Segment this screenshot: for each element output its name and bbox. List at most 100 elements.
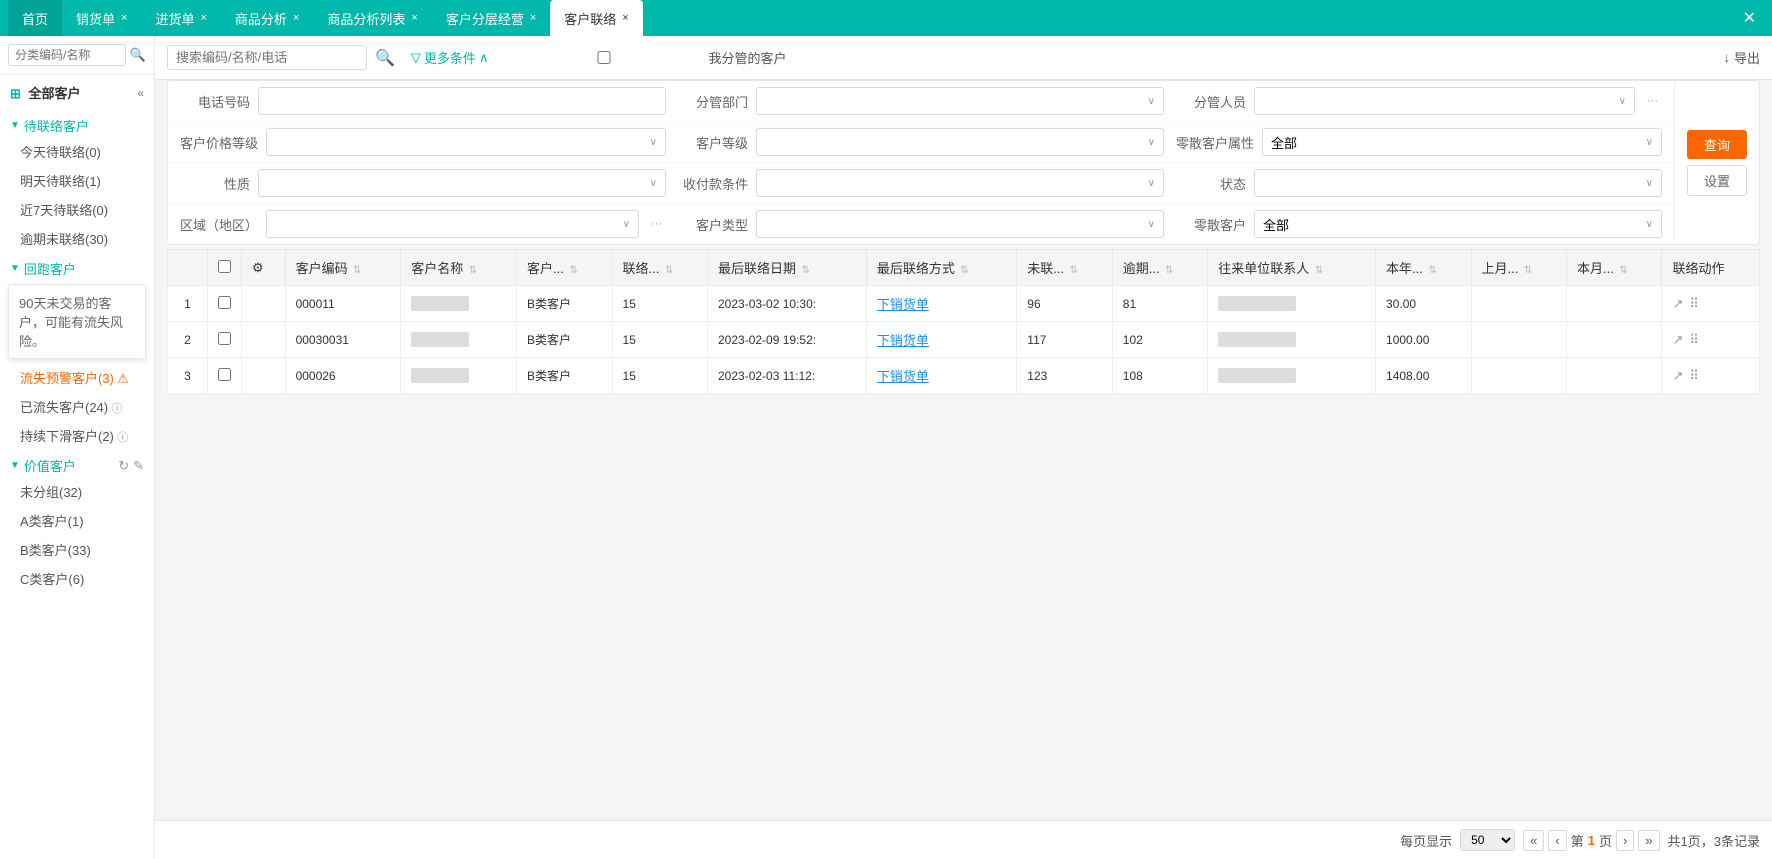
sort-icon-code[interactable]: ⇅ (353, 265, 361, 276)
tab-home[interactable]: 首页 (8, 0, 62, 36)
filter-select-scatter-attr[interactable]: 全部 ∨ (1262, 128, 1662, 156)
action-more-icon[interactable]: ⠿ (1689, 332, 1699, 348)
col-header-settings[interactable]: ⚙ (242, 250, 286, 286)
tab-purchase[interactable]: 进货单 × (141, 0, 220, 36)
last-method-link[interactable]: 下销货单 (877, 297, 929, 312)
filter-select-scatter-cust[interactable]: 全部 ∨ (1254, 210, 1662, 238)
search-button[interactable]: 🔍 (375, 48, 395, 68)
last-page-button[interactable]: » (1638, 830, 1659, 851)
action-contact-icon[interactable]: ↗ (1672, 368, 1683, 384)
filter-select-dept[interactable]: ∨ (756, 87, 1164, 115)
sidebar-search-input[interactable] (8, 44, 126, 66)
sort-icon-unit-contact[interactable]: ⇅ (1315, 265, 1323, 276)
filter-label-scatter-cust: 零散客户 (1176, 215, 1246, 234)
close-tab-customer-tier[interactable]: × (530, 12, 536, 24)
sort-icon-this-month[interactable]: ⇅ (1619, 265, 1627, 276)
next-page-button[interactable]: › (1616, 830, 1634, 851)
col-header-check (208, 250, 242, 286)
sort-icon-type[interactable]: ⇅ (569, 265, 577, 276)
first-page-button[interactable]: « (1523, 830, 1544, 851)
filter-input-phone[interactable] (258, 87, 666, 115)
sort-icon-uncontacted[interactable]: ⇅ (1069, 265, 1077, 276)
close-tab-product-analysis-list[interactable]: × (411, 12, 417, 24)
app-close-button[interactable]: ✕ (1735, 8, 1764, 28)
sidebar-group-value[interactable]: ▼ 价值客户 ↻ ✎ (0, 450, 154, 477)
sort-icon-last-date[interactable]: ⇅ (801, 265, 809, 276)
cell-code: 00030031 (285, 322, 401, 358)
setting-button[interactable]: 设置 (1687, 165, 1747, 196)
filter-select-price-tier[interactable]: ∨ (266, 128, 666, 156)
col-header-action: 联络动作 (1662, 250, 1760, 286)
my-customers-checkbox-label[interactable]: 我分管的客户 (504, 48, 786, 67)
sort-icon-contacts[interactable]: ⇅ (665, 265, 673, 276)
select-all-checkbox[interactable] (218, 260, 231, 273)
col-header-type: 客户... ⇅ (517, 250, 612, 286)
sidebar-group-pending[interactable]: ▼ 待联络客户 (0, 110, 154, 137)
tab-sales[interactable]: 销货单 × (62, 0, 141, 36)
sort-icon-last-method[interactable]: ⇅ (960, 265, 968, 276)
horizontal-scrollbar[interactable] (167, 808, 1760, 820)
tab-customer-tier[interactable]: 客户分层经营 × (432, 0, 550, 36)
last-method-link[interactable]: 下销货单 (877, 333, 929, 348)
tab-product-analysis-list[interactable]: 商品分析列表 × (313, 0, 431, 36)
collapse-sidebar-icon[interactable]: « (137, 86, 144, 100)
search-input[interactable] (167, 45, 367, 70)
filter-select-status[interactable]: ∨ (1254, 169, 1662, 197)
close-tab-customer-contact[interactable]: × (622, 12, 628, 24)
filter-select-nature[interactable]: ∨ (258, 169, 666, 197)
filter-select-payment[interactable]: ∨ (756, 169, 1164, 197)
my-customers-checkbox[interactable] (504, 51, 704, 64)
action-contact-icon[interactable]: ↗ (1672, 332, 1683, 348)
row-checkbox-1[interactable] (218, 332, 231, 345)
row-checkbox-2[interactable] (218, 368, 231, 381)
sidebar-item-ungrouped[interactable]: 未分组(32) (0, 477, 154, 506)
filter-more-icon-person[interactable]: ··· (1643, 93, 1662, 109)
sidebar-item-7days-pending[interactable]: 近7天待联络(0) (0, 195, 154, 224)
sort-icon-last-month[interactable]: ⇅ (1524, 265, 1532, 276)
sidebar-item-declining[interactable]: 持续下滑客户(2) ⓘ (0, 421, 154, 450)
action-more-icon[interactable]: ⠿ (1689, 296, 1699, 312)
churn-tooltip: 90天未交易的客户，可能有流失风险。 (8, 284, 146, 359)
filter-field-region: 区域（地区） ∨ ··· (180, 210, 666, 238)
col-header-name: 客户名称 ⇅ (401, 250, 517, 286)
sidebar-item-b-customers[interactable]: B类客户(33) (0, 535, 154, 564)
sidebar-item-today-pending[interactable]: 今天待联络(0) (0, 137, 154, 166)
prev-page-button[interactable]: ‹ (1548, 830, 1566, 851)
sidebar-item-c-customers[interactable]: C类客户(6) (0, 564, 154, 593)
sidebar-search-icon[interactable]: 🔍 (130, 47, 146, 63)
sidebar-all-customers[interactable]: ⊞ 全部客户 « (0, 75, 154, 110)
close-tab-product-analysis[interactable]: × (293, 12, 299, 24)
tab-customer-contact[interactable]: 客户联络 × (550, 0, 642, 36)
action-more-icon[interactable]: ⠿ (1689, 368, 1699, 384)
edit-icon[interactable]: ✎ (133, 458, 144, 474)
action-contact-icon[interactable]: ↗ (1672, 296, 1683, 312)
close-tab-purchase[interactable]: × (200, 12, 206, 24)
sidebar-item-a-customers[interactable]: A类客户(1) (0, 506, 154, 535)
filter-select-cust-type[interactable]: ∨ (756, 210, 1164, 238)
query-button[interactable]: 查询 (1687, 130, 1747, 159)
last-method-link[interactable]: 下销货单 (877, 369, 929, 384)
sidebar-item-tomorrow-pending[interactable]: 明天待联络(1) (0, 166, 154, 195)
filter-select-tier[interactable]: ∨ (756, 128, 1164, 156)
close-tab-sales[interactable]: × (121, 12, 127, 24)
sidebar-item-already-churned[interactable]: 已流失客户(24) ⓘ (0, 392, 154, 421)
filter-select-person[interactable]: ∨ (1254, 87, 1635, 115)
sort-icon-overdue[interactable]: ⇅ (1165, 265, 1173, 276)
export-button[interactable]: ↓ 导出 (1723, 48, 1760, 67)
sidebar-group-churning[interactable]: ▼ 回跑客户 (0, 253, 154, 280)
sidebar-item-overdue-pending[interactable]: 逾期未联络(30) (0, 224, 154, 253)
filter-more-icon-region[interactable]: ··· (647, 216, 666, 232)
sort-icon-this-year[interactable]: ⇅ (1428, 265, 1436, 276)
tab-product-analysis[interactable]: 商品分析 × (221, 0, 313, 36)
filter-more-button[interactable]: ▽ 更多条件 ∧ (403, 44, 497, 71)
sidebar-item-churn-warning[interactable]: 流失预警客户(3) ⚠ (0, 363, 154, 392)
row-checkbox-0[interactable] (218, 296, 231, 309)
sort-icon-name[interactable]: ⇅ (469, 265, 477, 276)
page-size-select[interactable]: 50 100 200 (1460, 829, 1515, 851)
col-header-last-date: 最后联络日期 ⇅ (708, 250, 867, 286)
cell-action: ↗ ⠿ (1662, 358, 1760, 394)
cell-uncontacted: 117 (1017, 322, 1112, 358)
refresh-icon[interactable]: ↻ (118, 458, 129, 474)
current-page: 1 (1588, 833, 1595, 848)
filter-select-region[interactable]: ∨ (266, 210, 639, 238)
